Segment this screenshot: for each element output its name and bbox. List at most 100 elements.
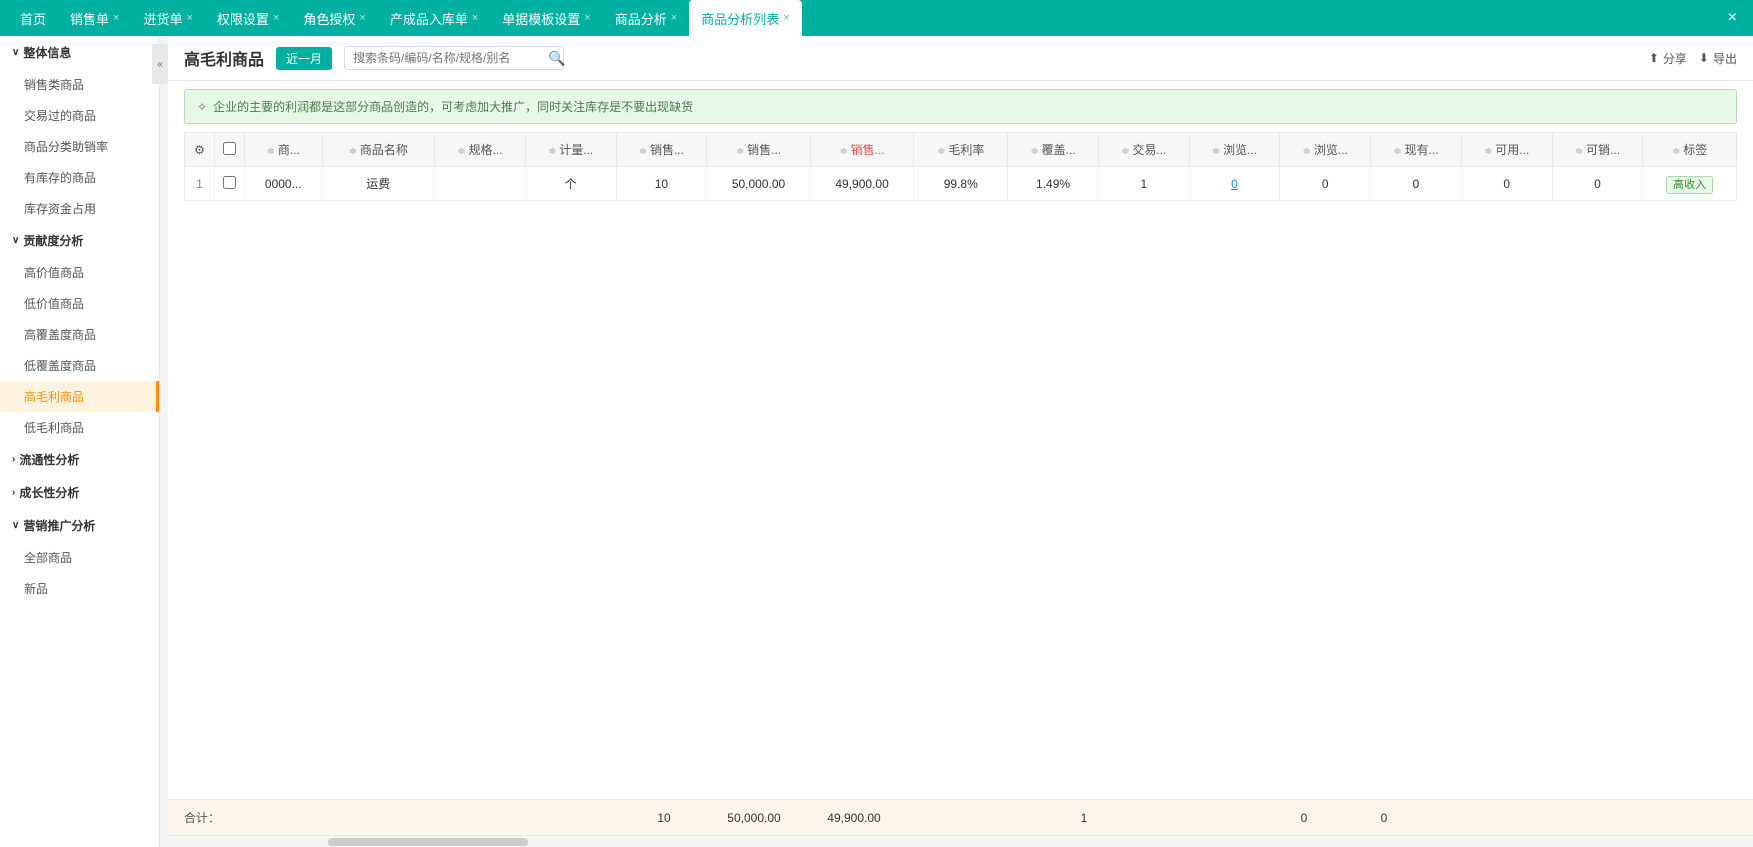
- col-code[interactable]: 商...: [245, 133, 323, 167]
- nav-sales-close[interactable]: ×: [113, 12, 119, 24]
- sidebar-item-stock-fund[interactable]: 库存资金占用: [0, 193, 159, 224]
- group-liquidity-arrow: ›: [12, 454, 15, 465]
- table-row: 1 0000... 运费 个 10 50,000.00 49,900.00 99…: [185, 167, 1737, 201]
- nav-analysis-list-close[interactable]: ×: [783, 12, 789, 24]
- sidebar-item-category-rate[interactable]: 商品分类助销率: [0, 131, 159, 162]
- scrollbar-thumb[interactable]: [328, 838, 528, 846]
- info-icon: ✧: [197, 100, 207, 114]
- sidebar-item-traded-goods[interactable]: 交易过的商品: [0, 100, 159, 131]
- col-spec[interactable]: 规格...: [435, 133, 526, 167]
- horizontal-scrollbar[interactable]: [168, 835, 1753, 847]
- nav-role-close[interactable]: ×: [359, 12, 365, 24]
- footer-sales-profit: 49,900.00: [804, 811, 904, 825]
- col-settings[interactable]: ⚙: [185, 133, 215, 167]
- row-view2: 0: [1280, 167, 1371, 201]
- footer-current-stock: 0: [1264, 811, 1344, 825]
- row-sales-profit: 49,900.00: [810, 167, 914, 201]
- sidebar-item-with-stock[interactable]: 有库存的商品: [0, 162, 159, 193]
- row-available-stock: 0: [1461, 167, 1552, 201]
- nav-analysis[interactable]: 商品分析 ×: [603, 0, 689, 36]
- col-current-stock[interactable]: 现有...: [1371, 133, 1462, 167]
- group-overall-arrow: ∨: [12, 47, 19, 58]
- col-checkbox[interactable]: [215, 133, 245, 167]
- col-sales-amount[interactable]: 销售...: [707, 133, 811, 167]
- sidebar-group-growth[interactable]: › 成长性分析: [0, 476, 159, 509]
- nav-home[interactable]: 首页: [8, 0, 58, 36]
- sidebar-item-sales-goods[interactable]: 销售类商品: [0, 69, 159, 100]
- col-trade[interactable]: 交易...: [1098, 133, 1189, 167]
- nav-purchase-close[interactable]: ×: [186, 12, 192, 24]
- nav-product-in[interactable]: 产成品入库单 ×: [378, 0, 490, 36]
- sidebar: ∨ 整体信息 销售类商品 交易过的商品 商品分类助销率 有库存的商品 库存资金占…: [0, 36, 160, 847]
- footer-sales-amount: 50,000.00: [704, 811, 804, 825]
- sidebar-group-overall[interactable]: ∨ 整体信息: [0, 36, 159, 69]
- sidebar-group-marketing[interactable]: ∨ 营销推广分析: [0, 509, 159, 542]
- sidebar-collapse-button[interactable]: «: [152, 44, 168, 84]
- export-icon: ⬇: [1699, 51, 1709, 65]
- footer-trade: 1: [1044, 811, 1124, 825]
- row-view1[interactable]: 0: [1189, 167, 1280, 201]
- row-code: 0000...: [245, 167, 323, 201]
- nav-product-in-close[interactable]: ×: [472, 12, 478, 24]
- nav-permission[interactable]: 权限设置 ×: [205, 0, 291, 36]
- nav-template-close[interactable]: ×: [584, 12, 590, 24]
- window-close-button[interactable]: ×: [1720, 9, 1745, 27]
- export-button[interactable]: ⬇ 导出: [1699, 50, 1737, 67]
- footer-label: 合计：: [184, 809, 244, 826]
- col-tag[interactable]: 标签: [1643, 133, 1737, 167]
- nav-template[interactable]: 单据模板设置 ×: [490, 0, 602, 36]
- nav-permission-close[interactable]: ×: [273, 12, 279, 24]
- row-spec: [435, 167, 526, 201]
- col-margin-rate[interactable]: 毛利率: [914, 133, 1008, 167]
- sidebar-group-contribution[interactable]: ∨ 贡献度分析: [0, 224, 159, 257]
- col-view2[interactable]: 浏览...: [1280, 133, 1371, 167]
- info-banner: ✧ 企业的主要的利润都是这部分商品创造的，可考虑加大推广，同时关注库存是不要出现…: [184, 89, 1737, 124]
- table-container[interactable]: ⚙ 商... 商品名称 规格... 计量...: [184, 132, 1737, 799]
- group-marketing-arrow: ∨: [12, 520, 19, 531]
- search-button[interactable]: 🔍: [548, 50, 565, 67]
- group-growth-arrow: ›: [12, 487, 15, 498]
- col-name[interactable]: 商品名称: [322, 133, 435, 167]
- row-current-stock: 0: [1371, 167, 1462, 201]
- sidebar-item-low-value[interactable]: 低价值商品: [0, 288, 159, 319]
- sidebar-item-high-value[interactable]: 高价值商品: [0, 257, 159, 288]
- nav-sales[interactable]: 销售单 ×: [58, 0, 131, 36]
- nav-analysis-close[interactable]: ×: [671, 12, 677, 24]
- search-input[interactable]: [344, 46, 564, 70]
- row-coverage: 1.49%: [1008, 167, 1099, 201]
- time-filter-button[interactable]: 近一月: [276, 47, 332, 70]
- top-nav: 首页 销售单 × 进货单 × 权限设置 × 角色授权 × 产成品入库单 × 单据…: [0, 0, 1753, 36]
- nav-role[interactable]: 角色授权 ×: [291, 0, 377, 36]
- sidebar-item-low-coverage[interactable]: 低覆盖度商品: [0, 350, 159, 381]
- row-trade: 1: [1098, 167, 1189, 201]
- footer-available-stock: 0: [1344, 811, 1424, 825]
- select-all-checkbox[interactable]: [223, 142, 236, 155]
- col-coverage[interactable]: 覆盖...: [1008, 133, 1099, 167]
- nav-analysis-list[interactable]: 商品分析列表 ×: [689, 0, 801, 36]
- row-unit: 个: [525, 167, 616, 201]
- col-available-stock[interactable]: 可用...: [1461, 133, 1552, 167]
- row-saleable: 0: [1552, 167, 1643, 201]
- col-sales-profit[interactable]: 销售...: [810, 133, 914, 167]
- sidebar-item-high-coverage[interactable]: 高覆盖度商品: [0, 319, 159, 350]
- col-view1[interactable]: 浏览...: [1189, 133, 1280, 167]
- tag-badge: 高收入: [1666, 176, 1713, 194]
- sidebar-item-high-margin[interactable]: 高毛利商品: [0, 381, 159, 412]
- sidebar-group-liquidity[interactable]: › 流通性分析: [0, 443, 159, 476]
- sidebar-item-new-goods[interactable]: 新品: [0, 573, 159, 604]
- col-sales-qty[interactable]: 销售...: [616, 133, 707, 167]
- row-tag: 高收入: [1643, 167, 1737, 201]
- row-checkbox[interactable]: [215, 167, 245, 201]
- sidebar-item-all-goods[interactable]: 全部商品: [0, 542, 159, 573]
- share-icon: ⬆: [1649, 51, 1659, 65]
- nav-purchase[interactable]: 进货单 ×: [131, 0, 204, 36]
- row-name: 运费: [322, 167, 435, 201]
- share-button[interactable]: ⬆ 分享: [1649, 50, 1687, 67]
- row-sales-amount: 50,000.00: [707, 167, 811, 201]
- group-contribution-arrow: ∨: [12, 235, 19, 246]
- col-unit[interactable]: 计量...: [525, 133, 616, 167]
- main-layout: ∨ 整体信息 销售类商品 交易过的商品 商品分类助销率 有库存的商品 库存资金占…: [0, 36, 1753, 847]
- sidebar-item-low-margin[interactable]: 低毛利商品: [0, 412, 159, 443]
- col-saleable[interactable]: 可销...: [1552, 133, 1643, 167]
- page-title: 高毛利商品: [184, 46, 264, 70]
